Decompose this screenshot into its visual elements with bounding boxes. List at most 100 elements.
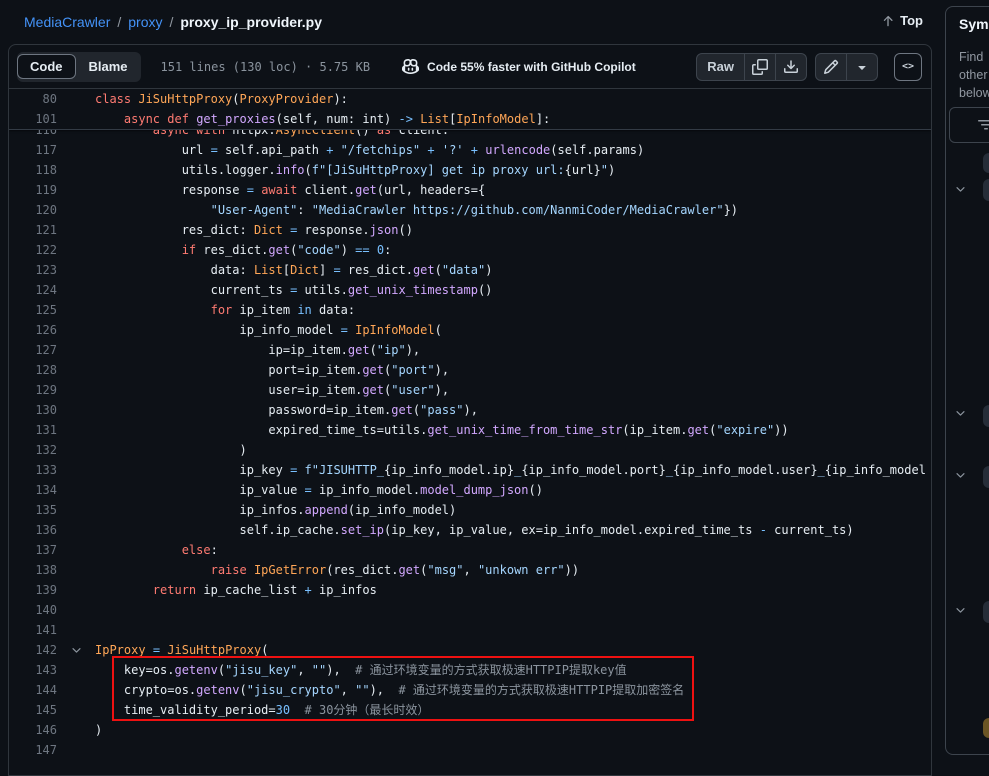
line-number[interactable]: 136: [9, 523, 57, 537]
code-line: 145 time_validity_period=30 # 30分钟（最长时效）: [9, 700, 931, 720]
line-number[interactable]: 116: [9, 130, 57, 137]
line-number[interactable]: 129: [9, 383, 57, 397]
line-number[interactable]: 138: [9, 563, 57, 577]
file-view: Code Blame 151 lines (130 loc) · 5.75 KB…: [8, 44, 932, 776]
code-line: 142IpProxy = JiSuHttpProxy(: [9, 640, 931, 660]
code-text: port=ip_item.get("port"),: [95, 360, 449, 380]
line-number[interactable]: 120: [9, 203, 57, 217]
line-number[interactable]: 117: [9, 143, 57, 157]
symbol-chip[interactable]: [983, 405, 989, 427]
code-line: 134 ip_value = ip_info_model.model_dump_…: [9, 480, 931, 500]
line-number[interactable]: 146: [9, 723, 57, 737]
line-number[interactable]: 137: [9, 543, 57, 557]
raw-copy-download-group: Raw: [696, 53, 807, 81]
code-line: 127 ip=ip_item.get("ip"),: [9, 340, 931, 360]
tab-code[interactable]: Code: [17, 54, 76, 79]
scroll-to-top-button[interactable]: Top: [875, 9, 929, 32]
symbol-chip[interactable]: [983, 179, 989, 201]
code-line: 139 return ip_cache_list + ip_infos: [9, 580, 931, 600]
line-number[interactable]: 122: [9, 243, 57, 257]
line-number[interactable]: 135: [9, 503, 57, 517]
code-text: crypto=os.getenv("jisu_crypto", ""), # 通…: [95, 680, 684, 700]
code-text: ip=ip_item.get("ip"),: [95, 340, 420, 360]
code-text: ip_key = f"JISUHTTP_{ip_info_model.ip}_{…: [95, 460, 926, 480]
chevron-down-icon[interactable]: [954, 407, 968, 421]
code-line: 124 current_ts = utils.get_unix_timestam…: [9, 280, 931, 300]
code-line: 136 self.ip_cache.set_ip(ip_key, ip_valu…: [9, 520, 931, 540]
code-text: password=ip_item.get("pass"),: [95, 400, 478, 420]
line-number[interactable]: 143: [9, 663, 57, 677]
code-line: 121 res_dict: Dict = response.json(): [9, 220, 931, 240]
symbol-chip[interactable]: [983, 153, 989, 173]
line-number[interactable]: 127: [9, 343, 57, 357]
code-line: 116 async with httpx.AsyncClient() as cl…: [9, 130, 931, 140]
code-pane: 80class JiSuHttpProxy(ProxyProvider):101…: [9, 89, 931, 774]
symbols-filter-input[interactable]: [949, 107, 989, 143]
chevron-down-icon[interactable]: [954, 469, 968, 483]
code-text: async with httpx.AsyncClient() as client…: [95, 130, 449, 140]
code-line: 135 ip_infos.append(ip_info_model): [9, 500, 931, 520]
edit-file-button[interactable]: [815, 53, 847, 81]
code-line: 101 async def get_proxies(self, num: int…: [9, 109, 931, 129]
line-number[interactable]: 133: [9, 463, 57, 477]
raw-button[interactable]: Raw: [696, 53, 745, 81]
symbol-chip[interactable]: [983, 601, 989, 623]
code-text: current_ts = utils.get_unix_timestamp(): [95, 280, 492, 300]
line-number[interactable]: 131: [9, 423, 57, 437]
code-blame-switch: Code Blame: [17, 52, 141, 82]
line-number[interactable]: 126: [9, 323, 57, 337]
code-line: 122 if res_dict.get("code") == 0:: [9, 240, 931, 260]
code-line: 117 url = self.api_path + "/fetchips" + …: [9, 140, 931, 160]
triangle-down-icon: [854, 59, 870, 75]
symbol-chip[interactable]: [983, 466, 989, 488]
line-number[interactable]: 147: [9, 743, 57, 757]
code-text: response = await client.get(url, headers…: [95, 180, 485, 200]
sticky-scope-lines: 80class JiSuHttpProxy(ProxyProvider):101…: [9, 89, 931, 130]
chevron-down-icon[interactable]: [954, 183, 968, 197]
line-number[interactable]: 128: [9, 363, 57, 377]
line-number[interactable]: 130: [9, 403, 57, 417]
code-text: user=ip_item.get("user"),: [95, 380, 449, 400]
code-line: 144 crypto=os.getenv("jisu_crypto", ""),…: [9, 680, 931, 700]
chevron-down-icon[interactable]: [954, 604, 968, 618]
line-number[interactable]: 142: [9, 643, 57, 657]
copy-raw-button[interactable]: [745, 53, 776, 81]
code-text: url = self.api_path + "/fetchips" + '?' …: [95, 140, 644, 160]
line-number[interactable]: 132: [9, 443, 57, 457]
line-number[interactable]: 134: [9, 483, 57, 497]
line-number[interactable]: 124: [9, 283, 57, 297]
code-line: 137 else:: [9, 540, 931, 560]
line-number[interactable]: 119: [9, 183, 57, 197]
file-info: 151 lines (130 loc) · 5.75 KB: [161, 60, 371, 74]
code-line: 146): [9, 720, 931, 740]
line-number[interactable]: 139: [9, 583, 57, 597]
copy-icon: [752, 59, 768, 75]
code-text: ip_value = ip_info_model.model_dump_json…: [95, 480, 543, 500]
collapse-chevron-icon[interactable]: [57, 644, 95, 657]
breadcrumb-separator: /: [117, 14, 121, 30]
symbol-chip-highlighted[interactable]: [983, 718, 989, 738]
code-line: 128 port=ip_item.get("port"),: [9, 360, 931, 380]
line-number[interactable]: 80: [9, 92, 57, 106]
line-number[interactable]: 145: [9, 703, 57, 717]
download-raw-button[interactable]: [776, 53, 807, 81]
line-number[interactable]: 121: [9, 223, 57, 237]
symbols-panel-toggle[interactable]: <>: [894, 53, 922, 81]
line-number[interactable]: 141: [9, 623, 57, 637]
tab-blame[interactable]: Blame: [76, 54, 141, 79]
breadcrumb-file-name: proxy_ip_provider.py: [180, 14, 322, 30]
code-square-icon: <>: [902, 61, 914, 72]
code-text: utils.logger.info(f"[JiSuHttpProxy] get …: [95, 160, 615, 180]
line-number[interactable]: 144: [9, 683, 57, 697]
code-text: async def get_proxies(self, num: int) ->…: [95, 109, 550, 129]
line-number[interactable]: 140: [9, 603, 57, 617]
edit-dropdown-button[interactable]: [847, 53, 878, 81]
line-number[interactable]: 118: [9, 163, 57, 177]
line-number[interactable]: 101: [9, 112, 57, 126]
line-number[interactable]: 123: [9, 263, 57, 277]
breadcrumb-separator: /: [169, 14, 173, 30]
breadcrumb-folder-link[interactable]: proxy: [128, 14, 162, 30]
breadcrumb-repo-link[interactable]: MediaCrawler: [24, 14, 110, 30]
line-number[interactable]: 125: [9, 303, 57, 317]
code-text: data: List[Dict] = res_dict.get("data"): [95, 260, 492, 280]
